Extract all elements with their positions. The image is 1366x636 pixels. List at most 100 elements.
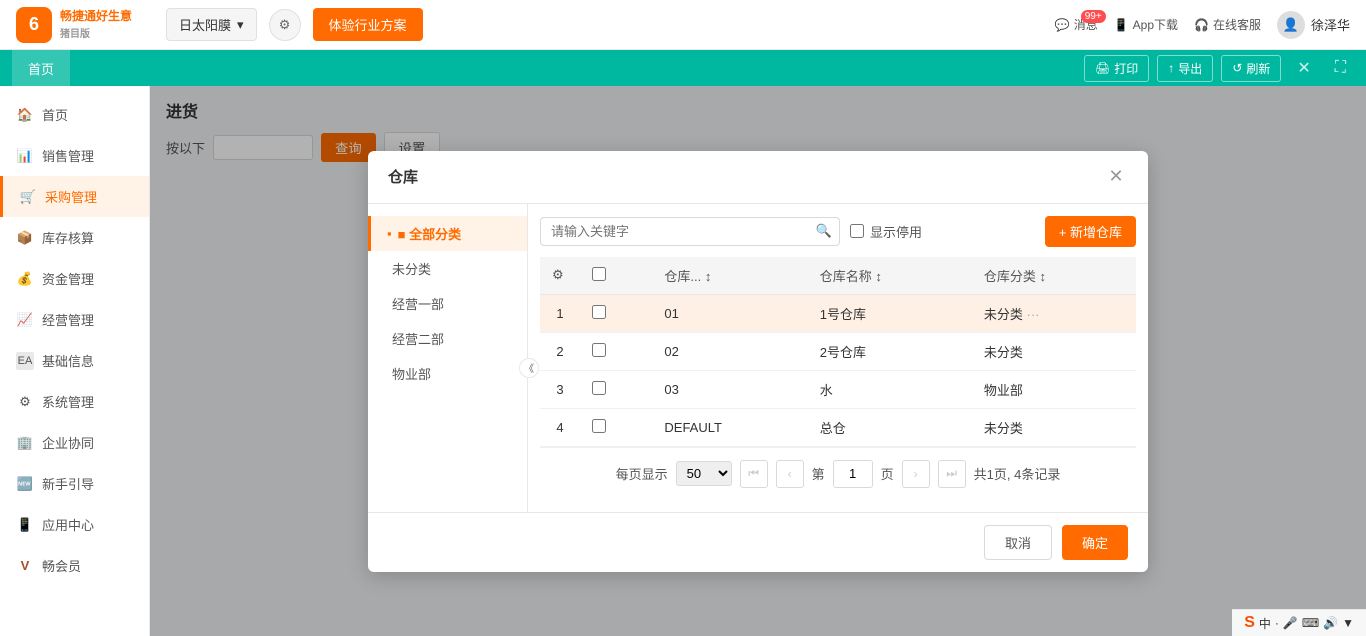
search-input[interactable] xyxy=(540,217,840,246)
subnav-expand-button[interactable]: ⛶ xyxy=(1327,55,1354,81)
row-code: DEFAULT xyxy=(652,408,807,446)
logo-icon: 6 xyxy=(16,7,52,43)
row-name: 2号仓库 xyxy=(808,332,972,370)
phone-icon: 📱 xyxy=(1114,18,1129,32)
sidebar-item-inventory[interactable]: 📦 库存核算 xyxy=(0,217,149,258)
sidebar-item-purchase[interactable]: 🛒 采购管理 xyxy=(0,176,149,217)
cancel-button[interactable]: 取消 xyxy=(984,525,1052,560)
service-label: 在线客服 xyxy=(1213,16,1261,33)
message-icon: 💬 xyxy=(1055,18,1070,32)
row-name: 水 xyxy=(808,370,972,408)
trial-button[interactable]: 体验行业方案 xyxy=(313,8,423,41)
per-page-select[interactable]: 50 10 20 100 xyxy=(676,461,732,486)
sidebar-item-vip[interactable]: V 畅会员 xyxy=(0,545,149,586)
status-arrow-icon[interactable]: ▼ xyxy=(1342,616,1354,630)
content-area: 进货 按以下 查询 设置 仓库 ✕ xyxy=(150,86,1366,636)
subnav: 首页 🖨 打印 ↑ 导出 ↺ 刷新 ✕ ⛶ xyxy=(0,50,1366,86)
prev-page-button[interactable]: ‹ xyxy=(776,460,804,488)
table-row[interactable]: 4 DEFAULT 总仓 未分类 xyxy=(540,408,1136,446)
table-row[interactable]: 1 01 1号仓库 未分类 ··· xyxy=(540,294,1136,332)
store-selector[interactable]: 日太阳膜 ▾ xyxy=(166,8,257,41)
row-checkbox-cell xyxy=(580,332,652,370)
next-page-button[interactable]: › xyxy=(902,460,930,488)
export-button[interactable]: ↑ 导出 xyxy=(1157,55,1213,82)
user-menu[interactable]: 👤 徐泽华 xyxy=(1277,11,1350,39)
sidebar-item-finance[interactable]: 💰 资金管理 xyxy=(0,258,149,299)
main-layout: 🏠 首页 📊 销售管理 🛒 采购管理 📦 库存核算 💰 资金管理 📈 经营管理 … xyxy=(0,86,1366,636)
sort-icon: ↕ xyxy=(705,269,712,284)
logo-text-line1: 畅捷通好生意 xyxy=(60,9,132,25)
statusbar: S 中 · 🎤 ⌨ 🔊 ▼ xyxy=(1232,609,1366,636)
modal-header: 仓库 ✕ xyxy=(368,151,1148,204)
col-code[interactable]: 仓库... ↕ xyxy=(652,257,807,295)
refresh-button[interactable]: ↺ 刷新 xyxy=(1221,55,1281,82)
subnav-item-home[interactable]: 首页 xyxy=(12,50,70,86)
sidebar-item-home[interactable]: 🏠 首页 xyxy=(0,94,149,135)
grid-icon: ▪ xyxy=(387,226,392,241)
sidebar-item-guide[interactable]: 🆕 新手引导 xyxy=(0,463,149,504)
sidebar-item-system[interactable]: ⚙ 系统管理 xyxy=(0,381,149,422)
export-icon: ↑ xyxy=(1168,61,1174,75)
modal-body: ▪ ■ 全部分类 未分类 经营一部 经营二部 物业部 xyxy=(368,204,1148,512)
row-more-button[interactable]: ··· xyxy=(1026,307,1039,322)
category-panel: ▪ ■ 全部分类 未分类 经营一部 经营二部 物业部 xyxy=(368,204,528,512)
sidebar-item-operations[interactable]: 📈 经营管理 xyxy=(0,299,149,340)
category-item-property[interactable]: 物业部 xyxy=(368,356,527,391)
show-disabled-checkbox[interactable] xyxy=(850,224,864,238)
table-panel: 🔍 显示停用 + 新增仓库 ⚙ xyxy=(528,204,1148,512)
print-button[interactable]: 🖨 打印 xyxy=(1084,55,1149,82)
sidebar-item-basic-info[interactable]: EA 基础信息 xyxy=(0,340,149,381)
online-service-button[interactable]: 🎧 在线客服 xyxy=(1194,16,1261,33)
category-item-ops1[interactable]: 经营一部 xyxy=(368,286,527,321)
category-item-ops2[interactable]: 经营二部 xyxy=(368,321,527,356)
s-logo: S xyxy=(1244,614,1255,632)
status-keyboard-icon[interactable]: ⌨ xyxy=(1302,616,1319,630)
table-row[interactable]: 3 03 水 物业部 xyxy=(540,370,1136,408)
topbar-right: 💬 消息 99+ 📱 App下载 🎧 在线客服 👤 徐泽华 xyxy=(1055,11,1350,39)
modal-footer: 取消 确定 xyxy=(368,512,1148,572)
add-warehouse-button[interactable]: + 新增仓库 xyxy=(1045,216,1136,247)
confirm-button[interactable]: 确定 xyxy=(1062,525,1128,560)
status-mic-icon[interactable]: 🎤 xyxy=(1283,616,1298,630)
category-item-unclassified[interactable]: 未分类 xyxy=(368,251,527,286)
print-icon: 🖨 xyxy=(1095,61,1110,75)
settings-button[interactable]: ⚙ xyxy=(269,9,301,41)
avatar: 👤 xyxy=(1277,11,1305,39)
search-icon[interactable]: 🔍 xyxy=(816,223,832,239)
sidebar-item-sales[interactable]: 📊 销售管理 xyxy=(0,135,149,176)
collapse-panel-button[interactable]: 《 xyxy=(519,358,539,378)
page-number-input[interactable] xyxy=(833,460,873,488)
user-name: 徐泽华 xyxy=(1311,15,1350,34)
store-name: 日太阳膜 xyxy=(179,15,231,34)
row-checkbox[interactable] xyxy=(592,419,606,433)
warehouse-table: ⚙ 仓库... ↕ 仓库名称 xyxy=(540,257,1136,447)
row-checkbox[interactable] xyxy=(592,305,606,319)
row-category: 物业部 xyxy=(972,370,1136,408)
row-checkbox[interactable] xyxy=(592,381,606,395)
app-download-button[interactable]: 📱 App下载 xyxy=(1114,16,1178,33)
last-page-button[interactable]: ⏭ xyxy=(938,460,966,488)
sales-icon: 📊 xyxy=(16,147,34,165)
all-categories-item[interactable]: ▪ ■ 全部分类 xyxy=(368,216,527,251)
table-toolbar: 🔍 显示停用 + 新增仓库 xyxy=(540,216,1136,247)
logo-text-line2: 猪目版 xyxy=(60,25,132,40)
col-category[interactable]: 仓库分类 ↕ xyxy=(972,257,1136,295)
user-avatar-icon: 👤 xyxy=(1283,17,1299,33)
search-input-wrap: 🔍 xyxy=(540,217,840,246)
guide-icon: 🆕 xyxy=(16,475,34,493)
subnav-close-button[interactable]: ✕ xyxy=(1289,54,1318,82)
status-sound-icon[interactable]: 🔊 xyxy=(1323,616,1338,630)
row-checkbox[interactable] xyxy=(592,343,606,357)
modal-close-button[interactable]: ✕ xyxy=(1104,165,1128,189)
home-icon: 🏠 xyxy=(16,106,34,124)
select-all-checkbox[interactable] xyxy=(592,267,606,281)
status-cn[interactable]: 中 xyxy=(1259,615,1271,632)
show-disabled-toggle[interactable]: 显示停用 xyxy=(850,222,922,241)
sidebar-item-enterprise[interactable]: 🏢 企业协同 xyxy=(0,422,149,463)
table-row[interactable]: 2 02 2号仓库 未分类 xyxy=(540,332,1136,370)
first-page-button[interactable]: ⏮ xyxy=(740,460,768,488)
sidebar-item-apps[interactable]: 📱 应用中心 xyxy=(0,504,149,545)
notification-button[interactable]: 💬 消息 99+ xyxy=(1055,16,1098,33)
page-unit: 页 xyxy=(881,464,894,483)
col-name[interactable]: 仓库名称 ↕ xyxy=(808,257,972,295)
